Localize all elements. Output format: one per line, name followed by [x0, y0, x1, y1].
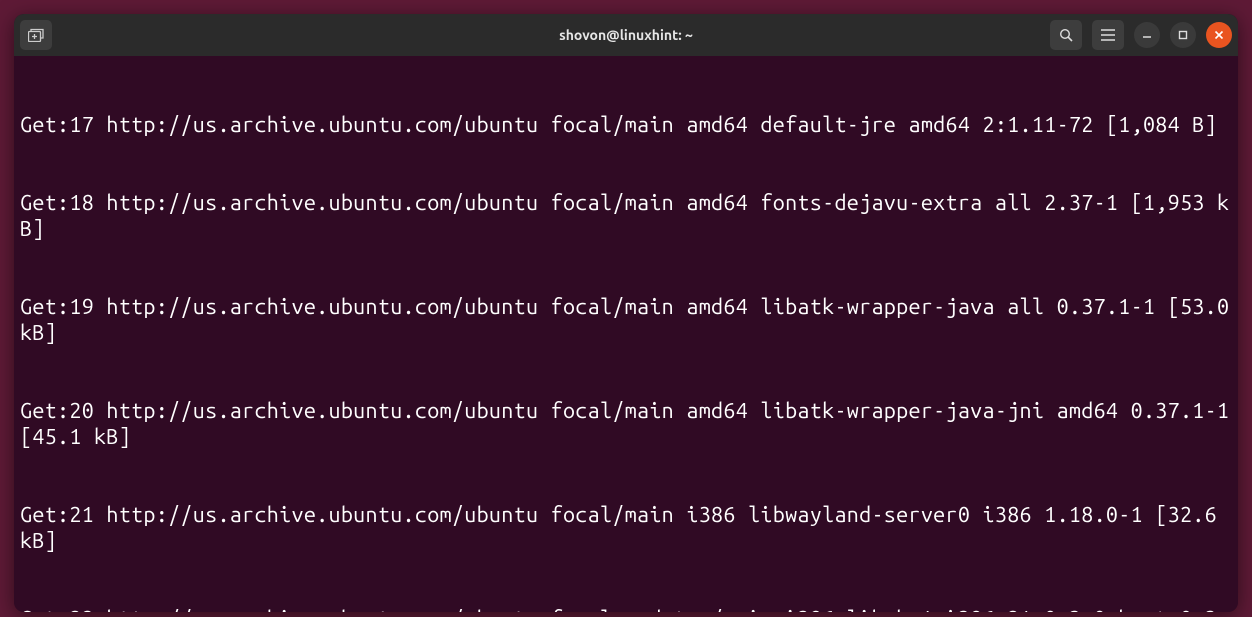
output-line: Get:18 http://us.archive.ubuntu.com/ubun…	[20, 190, 1232, 242]
minimize-icon	[1142, 30, 1152, 40]
output-line: Get:22 http://us.archive.ubuntu.com/ubun…	[20, 606, 1232, 612]
hamburger-icon	[1101, 29, 1115, 41]
output-line: Get:20 http://us.archive.ubuntu.com/ubun…	[20, 398, 1232, 450]
menu-button[interactable]	[1092, 20, 1124, 50]
terminal-window: shovon@linuxhint: ~	[14, 14, 1238, 612]
minimize-button[interactable]	[1134, 22, 1160, 48]
titlebar-right	[1032, 20, 1232, 50]
maximize-button[interactable]	[1170, 22, 1196, 48]
close-icon	[1214, 30, 1224, 40]
close-button[interactable]	[1206, 22, 1232, 48]
output-line: Get:19 http://us.archive.ubuntu.com/ubun…	[20, 294, 1232, 346]
new-tab-button[interactable]	[20, 20, 52, 50]
output-line: Get:21 http://us.archive.ubuntu.com/ubun…	[20, 502, 1232, 554]
window-title: shovon@linuxhint: ~	[220, 27, 1032, 43]
maximize-icon	[1178, 30, 1188, 40]
new-tab-icon	[28, 28, 44, 42]
search-button[interactable]	[1050, 20, 1082, 50]
titlebar-left	[20, 20, 220, 50]
titlebar: shovon@linuxhint: ~	[14, 14, 1238, 56]
terminal-output[interactable]: Get:17 http://us.archive.ubuntu.com/ubun…	[14, 56, 1238, 612]
search-icon	[1059, 28, 1074, 43]
output-line: Get:17 http://us.archive.ubuntu.com/ubun…	[20, 112, 1232, 138]
